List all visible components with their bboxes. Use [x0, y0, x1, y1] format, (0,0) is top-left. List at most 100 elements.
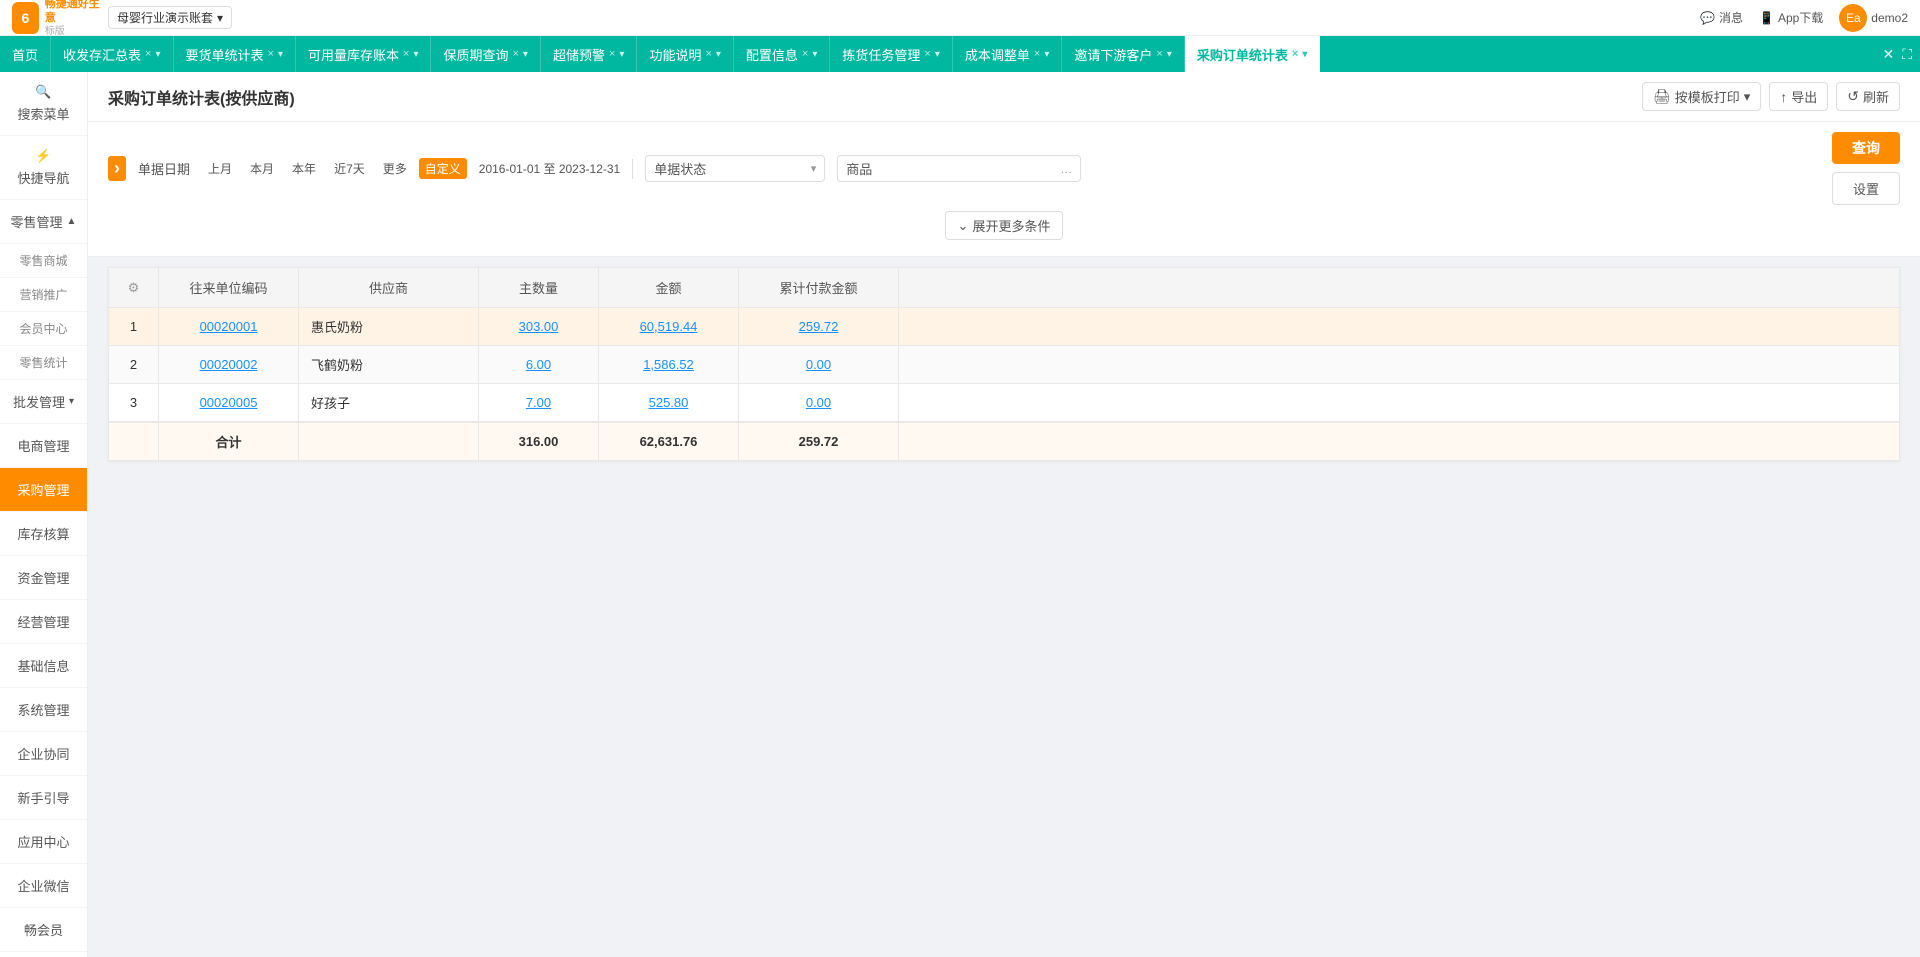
- print-template-btn[interactable]: 🖨 按模板打印 ▾: [1642, 82, 1761, 111]
- tab-caigou-active[interactable]: 采购订单统计表 × ▾: [1185, 36, 1320, 72]
- qty-link[interactable]: 7.00: [526, 395, 551, 410]
- sidebar-item-wechat[interactable]: 企业微信: [0, 864, 87, 908]
- filter-separator: [632, 159, 633, 179]
- sidebar-item-quicknav[interactable]: ⚡ 快捷导航: [0, 136, 87, 200]
- query-button[interactable]: 查询: [1832, 132, 1900, 164]
- sidebar-item-system[interactable]: 系统管理: [0, 688, 87, 732]
- expand-more-btn[interactable]: ⌄ 展开更多条件: [945, 211, 1064, 240]
- sidebar-item-inventory[interactable]: 库存核算: [0, 512, 87, 556]
- sidebar-item-basic[interactable]: 基础信息: [0, 644, 87, 688]
- export-btn[interactable]: ↑ 导出: [1769, 82, 1828, 111]
- chevron-icon: ▾: [155, 49, 160, 60]
- settings-icon[interactable]: ⚙: [128, 280, 140, 295]
- cell-amount: 1,586.52: [599, 346, 739, 384]
- amount-link[interactable]: 60,519.44: [640, 319, 698, 334]
- th-supplier: 供应商: [299, 268, 479, 308]
- code-link[interactable]: 00020001: [200, 319, 258, 334]
- sidebar-item-retailshop[interactable]: 零售商城: [0, 244, 87, 278]
- sidebar-item-search[interactable]: 🔍 搜索菜单: [0, 72, 87, 136]
- tab-gongneng[interactable]: 功能说明 × ▾: [637, 36, 733, 72]
- close-icon[interactable]: ×: [924, 48, 930, 60]
- sidebar-item-operation[interactable]: 经营管理: [0, 600, 87, 644]
- tab-baozhi[interactable]: 保质期查询 × ▾: [431, 36, 540, 72]
- cell-paid: 0.00: [739, 346, 899, 384]
- close-icon[interactable]: ×: [403, 48, 409, 60]
- nav-expand-btn[interactable]: ⛶: [1902, 46, 1912, 63]
- sidebar-item-member2[interactable]: 畅会员: [0, 908, 87, 952]
- sidebar-item-finance[interactable]: 资金管理: [0, 556, 87, 600]
- shortcut-last-month[interactable]: 上月: [202, 158, 238, 179]
- close-icon[interactable]: ×: [1292, 48, 1298, 60]
- refresh-btn[interactable]: ↺ 刷新: [1836, 82, 1900, 111]
- shortcut-this-month[interactable]: 本月: [244, 158, 280, 179]
- user-area[interactable]: Ea demo2: [1839, 4, 1908, 32]
- cell-index: 3: [109, 384, 159, 423]
- sidebar-item-wholesale[interactable]: 批发管理 ▾: [0, 380, 87, 424]
- shortcut-more[interactable]: 更多: [377, 158, 413, 179]
- goods-input-more[interactable]: …: [1060, 162, 1072, 176]
- sidebar-item-member[interactable]: 会员中心: [0, 312, 87, 346]
- top-right: 💬 消息 📱 App下载 Ea demo2: [1700, 4, 1908, 32]
- close-icon[interactable]: ×: [512, 48, 518, 60]
- setting-button[interactable]: 设置: [1832, 172, 1900, 205]
- page-area: 采购订单统计表(按供应商) 🖨 按模板打印 ▾ ↑ 导出 ↺ 刷新: [88, 72, 1920, 957]
- close-icon[interactable]: ×: [802, 48, 808, 60]
- top-bar: 6 畅捷通好生意 标版 母婴行业演示账套 ▾ 💬 消息 📱 App下载 Ea d…: [0, 0, 1920, 36]
- user-name: demo2: [1871, 11, 1908, 25]
- goods-input[interactable]: 商品 …: [837, 155, 1081, 182]
- tab-peizhi[interactable]: 配置信息 × ▾: [734, 36, 830, 72]
- code-link[interactable]: 00020005: [200, 395, 258, 410]
- tab-shofazun[interactable]: 收发存汇总表 × ▾: [51, 36, 173, 72]
- sidebar-item-purchase[interactable]: 采购管理: [0, 468, 87, 512]
- tab-chaochu[interactable]: 超储预警 × ▾: [541, 36, 637, 72]
- paid-link[interactable]: 259.72: [799, 319, 839, 334]
- workspace-label: 母婴行业演示账套: [117, 9, 213, 26]
- cell-qty: 7.00: [479, 384, 599, 423]
- code-link[interactable]: 00020002: [200, 357, 258, 372]
- custom-date-tag[interactable]: 自定义: [419, 158, 467, 179]
- status-select[interactable]: 单据状态 ▾: [645, 155, 825, 182]
- tab-chengben[interactable]: 成本调整单 × ▾: [953, 36, 1062, 72]
- app-download-btn[interactable]: 📱 App下载: [1759, 9, 1823, 26]
- tab-jianhuo[interactable]: 拣货任务管理 × ▾: [830, 36, 952, 72]
- close-icon[interactable]: ×: [609, 48, 615, 60]
- content-wrapper: 🔍 搜索菜单 ⚡ 快捷导航 零售管理 ▲ 零售商城 营销推广 会员中心 零售统计…: [0, 72, 1920, 957]
- sidebar-item-enterprise[interactable]: 企业协同: [0, 732, 87, 776]
- sidebar-item-newguide[interactable]: 新手引导: [0, 776, 87, 820]
- close-icon[interactable]: ×: [145, 48, 151, 60]
- app-icon: 📱: [1759, 11, 1774, 25]
- qty-link[interactable]: 303.00: [519, 319, 559, 334]
- message-btn[interactable]: 💬 消息: [1700, 9, 1743, 26]
- paid-link[interactable]: 0.00: [806, 357, 831, 372]
- sidebar-item-retail[interactable]: 零售管理 ▲: [0, 200, 87, 244]
- refresh-icon: ↺: [1847, 88, 1859, 105]
- sidebar-item-retailstat[interactable]: 零售统计: [0, 346, 87, 380]
- qty-link[interactable]: 6.00: [526, 357, 551, 372]
- close-icon[interactable]: ×: [268, 48, 274, 60]
- shortcut-this-year[interactable]: 本年: [286, 158, 322, 179]
- close-icon[interactable]: ×: [1034, 48, 1040, 60]
- footer-qty: 316.00: [479, 422, 599, 461]
- tab-home[interactable]: 首页: [0, 36, 51, 72]
- expand-toggle-icon[interactable]: ›: [108, 156, 126, 181]
- cell-code: 00020005: [159, 384, 299, 423]
- sidebar-item-marketing[interactable]: 营销推广: [0, 278, 87, 312]
- amount-link[interactable]: 525.80: [649, 395, 689, 410]
- cell-supplier: 惠氏奶粉: [299, 308, 479, 346]
- message-label: 消息: [1719, 9, 1743, 26]
- shortcut-7days[interactable]: 近7天: [328, 158, 371, 179]
- tab-kuyong[interactable]: 可用量库存账本 × ▾: [296, 36, 431, 72]
- workspace-selector[interactable]: 母婴行业演示账套 ▾: [108, 6, 232, 29]
- goods-input-field[interactable]: [878, 161, 1054, 176]
- nav-close-btn[interactable]: ✕: [1882, 46, 1894, 63]
- sidebar-item-appcenter[interactable]: 应用中心: [0, 820, 87, 864]
- app-label: App下载: [1778, 9, 1823, 26]
- footer-amount: 62,631.76: [599, 422, 739, 461]
- sidebar-item-ecommerce[interactable]: 电商管理: [0, 424, 87, 468]
- amount-link[interactable]: 1,586.52: [643, 357, 694, 372]
- close-icon[interactable]: ×: [705, 48, 711, 60]
- tab-yaohuo[interactable]: 要货单统计表 × ▾: [174, 36, 296, 72]
- close-icon[interactable]: ×: [1156, 48, 1162, 60]
- paid-link[interactable]: 0.00: [806, 395, 831, 410]
- tab-yaoqing[interactable]: 邀请下游客户 × ▾: [1062, 36, 1184, 72]
